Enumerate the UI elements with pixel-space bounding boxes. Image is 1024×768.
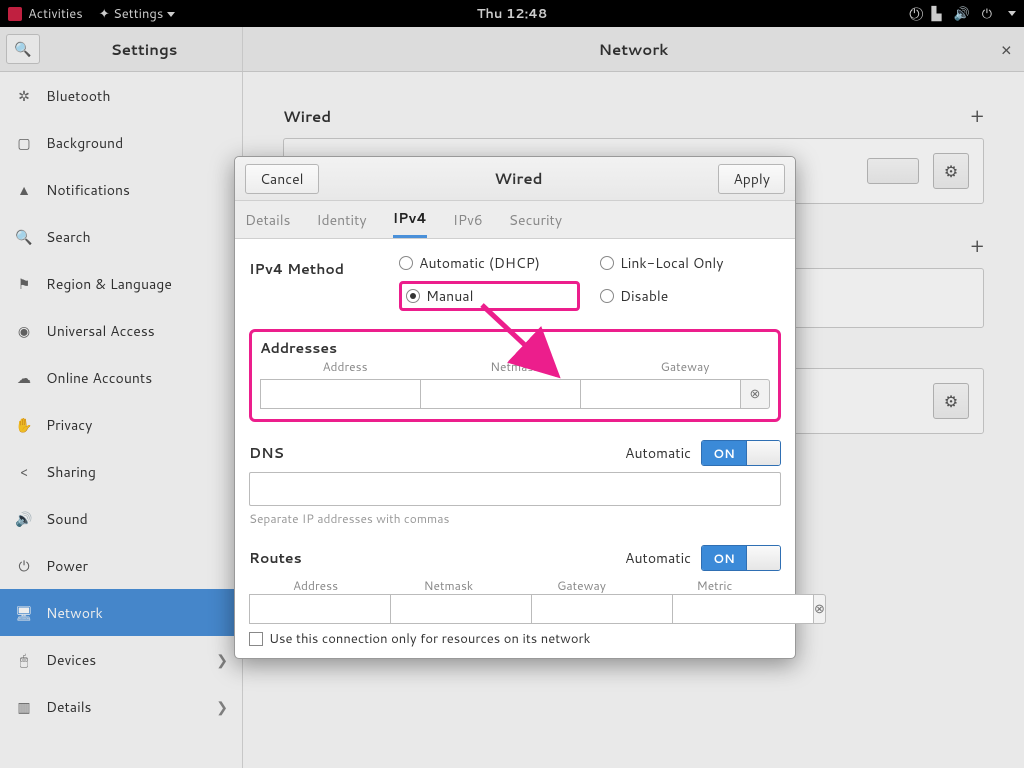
col-netmask: Netmask [430, 358, 600, 375]
dns-auto-label: Automatic [625, 443, 691, 463]
dialog-title: Wired [494, 168, 542, 189]
devices-icon: 🖱 [16, 650, 32, 670]
background-icon: ▢ [16, 133, 32, 153]
network-icon: ⏻⃝ [909, 5, 919, 23]
tab-identity[interactable]: Identity [317, 201, 367, 238]
routes-auto-label: Automatic [625, 548, 691, 568]
col-gateway: Gateway [600, 358, 770, 375]
close-button[interactable]: × [1001, 36, 1012, 62]
wired-settings-button[interactable]: ⚙ [933, 153, 969, 189]
bluetooth-icon: ✲ [16, 86, 32, 106]
network-icon: 🖥 [16, 603, 32, 623]
radio-link-local[interactable]: Link-Local Only [600, 253, 781, 273]
gnome-topbar: Activities ✦ Settings Thu 12:48 ⏻⃝ ▙ 🔊 ⏻ [0, 0, 1024, 27]
sidebar-item-sharing[interactable]: <Sharing [0, 448, 242, 495]
sidebar-item-universal[interactable]: ◉Universal Access [0, 307, 242, 354]
routes-heading: Routes [249, 548, 302, 568]
cancel-button[interactable]: Cancel [245, 164, 319, 194]
wired-heading: Wired [283, 106, 331, 127]
sidebar-item-region[interactable]: ⚑Region & Language [0, 260, 242, 307]
annotation-manual-highlight: Manual [399, 281, 580, 311]
dns-heading: DNS [249, 443, 284, 463]
tab-ipv6[interactable]: IPv6 [453, 201, 483, 238]
route-gateway-input[interactable] [531, 594, 673, 624]
cloud-icon: ☁ [16, 368, 32, 388]
search-icon: 🔍 [16, 227, 32, 247]
dns-auto-switch[interactable]: ON [701, 440, 781, 466]
addresses-heading: Addresses [260, 338, 770, 358]
radio-manual[interactable]: Manual [406, 286, 473, 306]
rcol-gateway: Gateway [515, 577, 648, 594]
remove-route-button[interactable]: ⊗ [813, 594, 826, 624]
flag-icon: ⚑ [16, 274, 32, 294]
use-only-checkbox[interactable] [249, 632, 263, 646]
sidebar-item-notifications[interactable]: ▲Notifications [0, 166, 242, 213]
proxy-settings-button[interactable]: ⚙ [933, 383, 969, 419]
sidebar-item-power[interactable]: ⏻Power [0, 542, 242, 589]
activities-label[interactable]: Activities [28, 5, 83, 23]
sidebar-item-devices[interactable]: 🖱Devices❯ [0, 636, 242, 683]
dns-hint: Separate IP addresses with commas [249, 510, 781, 527]
col-address: Address [260, 358, 430, 375]
route-netmask-input[interactable] [390, 594, 532, 624]
add-wired-button[interactable]: + [970, 102, 984, 130]
chevron-down-icon [1008, 11, 1016, 16]
ipv4-method-label: IPv4 Method [249, 253, 359, 279]
gateway-input[interactable] [580, 379, 741, 409]
route-metric-input[interactable] [672, 594, 814, 624]
tab-security[interactable]: Security [509, 201, 562, 238]
chevron-right-icon: ❯ [216, 650, 228, 670]
details-icon: ▥ [16, 697, 32, 717]
sidebar-item-sound[interactable]: 🔊Sound [0, 495, 242, 542]
radio-disable[interactable]: Disable [600, 281, 781, 311]
remove-address-button[interactable]: ⊗ [740, 379, 770, 409]
dns-input[interactable] [249, 472, 781, 506]
hand-icon: ✋ [16, 415, 32, 435]
tab-ipv4[interactable]: IPv4 [393, 201, 427, 238]
annotation-addresses-highlight: Addresses Address Netmask Gateway ⊗ [249, 329, 781, 422]
clock[interactable]: Thu 12:48 [477, 5, 548, 23]
rcol-address: Address [249, 577, 382, 594]
power-icon: ⏻ [982, 5, 992, 23]
sidebar-item-privacy[interactable]: ✋Privacy [0, 401, 242, 448]
rcol-metric: Metric [648, 577, 781, 594]
wired-toggle[interactable] [867, 158, 919, 184]
volume-icon: 🔊 [954, 5, 970, 23]
system-tray[interactable]: ⏻⃝ ▙ 🔊 ⏻ [909, 5, 1016, 23]
page-title: Network [599, 39, 669, 60]
share-icon: < [16, 462, 32, 482]
routes-auto-switch[interactable]: ON [701, 545, 781, 571]
search-button[interactable]: 🔍 [6, 34, 40, 64]
address-input[interactable] [260, 379, 421, 409]
speaker-icon: 🔊 [16, 509, 32, 529]
tab-details[interactable]: Details [245, 201, 291, 238]
settings-sidebar: ✲Bluetooth ▢Background ▲Notifications 🔍S… [0, 72, 243, 768]
sidebar-item-bluetooth[interactable]: ✲Bluetooth [0, 72, 242, 119]
power-icon: ⏻ [16, 556, 32, 576]
use-only-label: Use this connection only for resources o… [269, 630, 590, 648]
app-menu[interactable]: ✦ Settings [99, 5, 176, 23]
sidebar-item-network[interactable]: 🖥Network [0, 589, 242, 636]
wired-settings-dialog: Cancel Wired Apply Details Identity IPv4… [234, 156, 796, 659]
add-button[interactable]: + [970, 232, 984, 260]
netmask-input[interactable] [420, 379, 581, 409]
accessibility-icon: ◉ [16, 321, 32, 341]
radio-auto[interactable]: Automatic (DHCP) [399, 253, 580, 273]
sidebar-item-details[interactable]: ▥Details❯ [0, 683, 242, 730]
sidebar-item-search[interactable]: 🔍Search [0, 213, 242, 260]
sidebar-title: Settings [46, 39, 242, 60]
activities-icon [8, 7, 22, 21]
rcol-netmask: Netmask [382, 577, 515, 594]
bell-icon: ▲ [16, 180, 32, 200]
route-address-input[interactable] [249, 594, 391, 624]
apply-button[interactable]: Apply [718, 164, 785, 194]
dialog-tabs: Details Identity IPv4 IPv6 Security [235, 201, 795, 239]
chevron-right-icon: ❯ [216, 697, 228, 717]
sidebar-item-background[interactable]: ▢Background [0, 119, 242, 166]
sidebar-item-online[interactable]: ☁Online Accounts [0, 354, 242, 401]
net-icon: ▙ [932, 5, 942, 23]
